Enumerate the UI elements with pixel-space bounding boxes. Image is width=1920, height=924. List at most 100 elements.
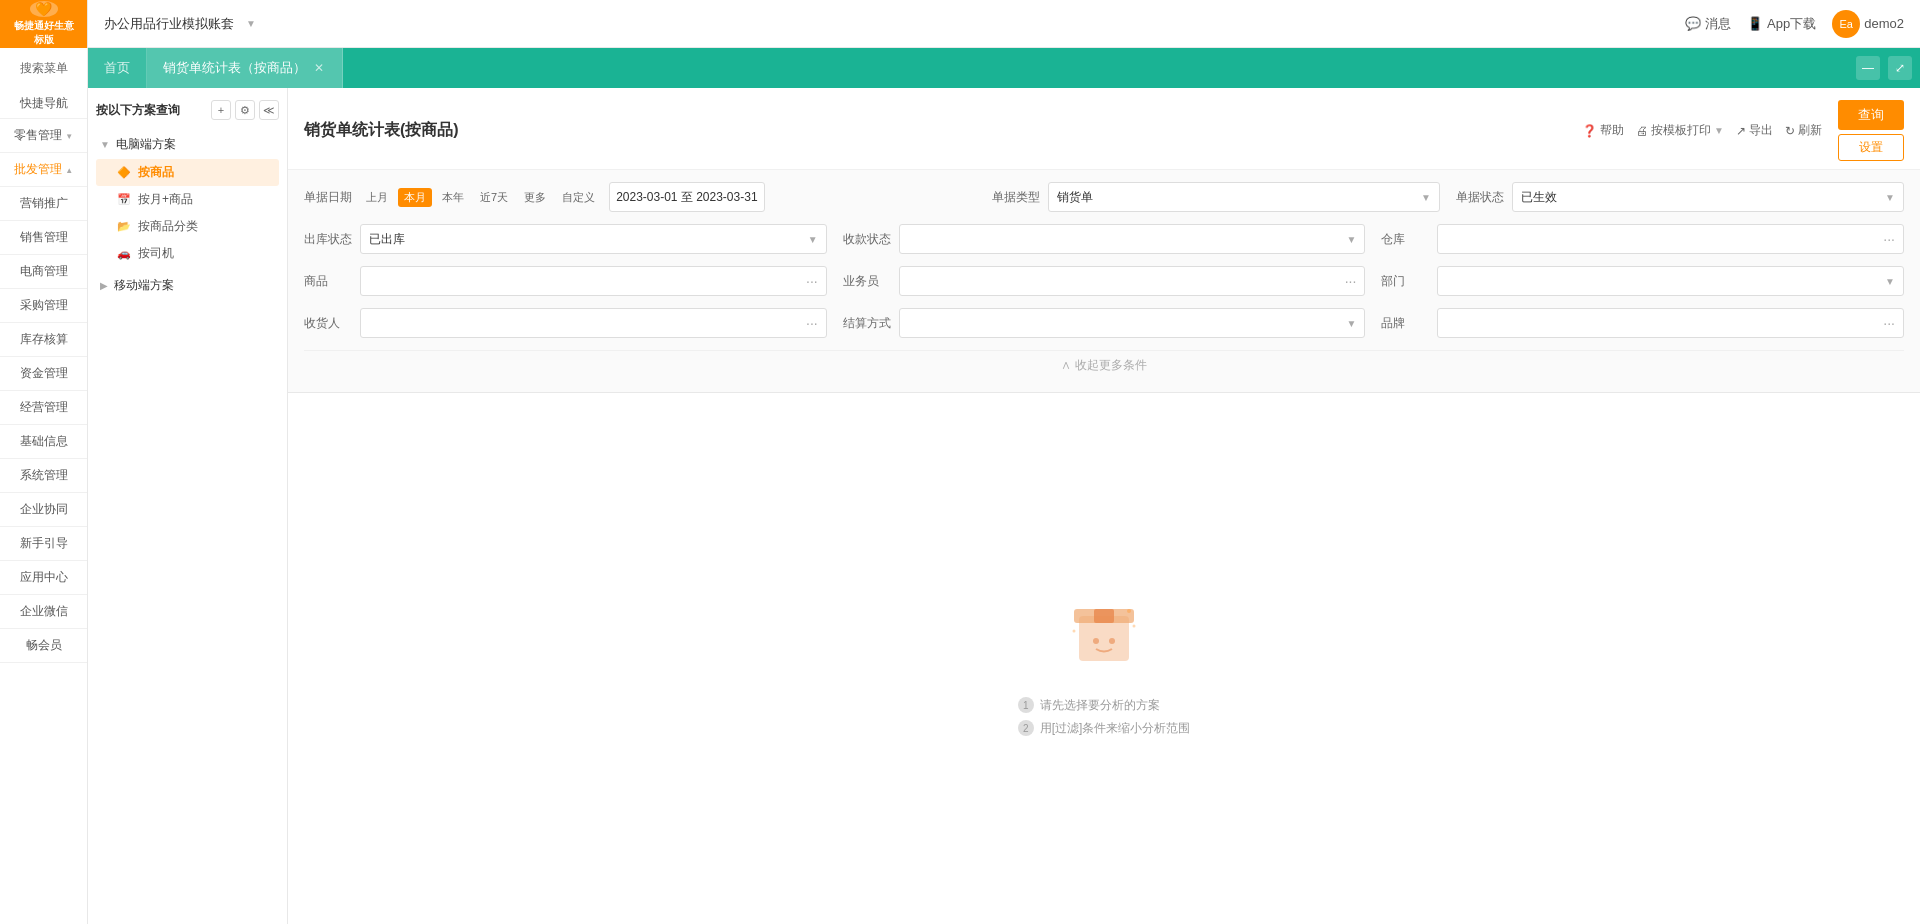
goods-icon: 🔶 <box>116 165 132 181</box>
filter-item-goods-label: 按商品 <box>138 164 174 181</box>
filter-item-by-month-goods[interactable]: 📅 按月+商品 <box>96 186 279 213</box>
filter-item-by-driver[interactable]: 🚗 按司机 <box>96 240 279 267</box>
docstatus-input[interactable]: 已生效 ▼ <box>1512 182 1904 212</box>
receiver-input[interactable]: ··· <box>360 308 827 338</box>
date-tab-more[interactable]: 更多 <box>518 188 552 207</box>
message-btn[interactable]: 💬 消息 <box>1685 15 1731 33</box>
svg-rect-2 <box>1094 609 1114 623</box>
app-logo: 🧡 畅捷通好生意 标版 <box>0 0 87 48</box>
date-range-control: 上月 本月 本年 近7天 更多 自定义 2023-03-01 至 2023-03… <box>360 182 976 212</box>
docstatus-label: 单据状态 <box>1456 189 1512 206</box>
mobile-arrow-icon: ▶ <box>100 280 108 291</box>
avatar: Ea <box>1832 10 1860 38</box>
date-tab-7days[interactable]: 近7天 <box>474 188 514 207</box>
sidebar-item-retail[interactable]: 零售管理 ▼ <box>0 119 87 153</box>
sidebar-item-apps[interactable]: 应用中心 <box>0 561 87 595</box>
stock-label: 仓库 <box>1381 231 1437 248</box>
filter-row-4: 收货人 ··· 结算方式 ▼ 品牌 <box>304 308 1904 338</box>
filter-field-docstatus: 单据状态 已生效 ▼ <box>1456 182 1904 212</box>
payment-input[interactable]: ▼ <box>899 308 1366 338</box>
stock-input[interactable]: ··· <box>1437 224 1904 254</box>
app-download-btn[interactable]: 📱 App下载 <box>1747 15 1816 33</box>
filter-field-collection: 收款状态 ▼ <box>843 224 1366 254</box>
sidebar-item-basic[interactable]: 基础信息 <box>0 425 87 459</box>
filter-section-pc-header[interactable]: ▼ 电脑端方案 <box>96 130 279 159</box>
tab-report[interactable]: 销货单统计表（按商品） ✕ <box>147 48 343 88</box>
export-btn[interactable]: ↗ 导出 <box>1736 122 1773 139</box>
filter-section-pc: ▼ 电脑端方案 🔶 按商品 📅 按月+商品 📂 按商品分类 🚗 按司 <box>96 130 279 267</box>
tip-text-1: 请先选择要分析的方案 <box>1040 697 1160 714</box>
section-arrow-icon: ▼ <box>100 139 110 150</box>
sidebar-item-marketing[interactable]: 营销推广 <box>0 187 87 221</box>
date-input[interactable]: 2023-03-01 至 2023-03-31 <box>609 182 764 212</box>
print-icon: 🖨 <box>1636 124 1648 138</box>
filter-item-by-category[interactable]: 📂 按商品分类 <box>96 213 279 240</box>
sidebar-item-ecommerce[interactable]: 电商管理 <box>0 255 87 289</box>
section-mobile-label: 移动端方案 <box>114 277 174 294</box>
collection-input[interactable]: ▼ <box>899 224 1366 254</box>
right-content: 销货单统计表(按商品) ❓ 帮助 🖨 按模板打印 ▼ ↗ <box>288 88 1920 924</box>
print-btn[interactable]: 🖨 按模板打印 ▼ <box>1636 122 1724 139</box>
brand-input[interactable]: ··· <box>1437 308 1904 338</box>
sidebar-item-system[interactable]: 系统管理 <box>0 459 87 493</box>
sidebar-item-operation[interactable]: 经营管理 <box>0 391 87 425</box>
svg-point-7 <box>1073 629 1076 632</box>
sidebar-item-wechat[interactable]: 企业微信 <box>0 595 87 629</box>
page-header-right: ❓ 帮助 🖨 按模板打印 ▼ ↗ 导出 ↻ <box>1582 100 1904 161</box>
settings-button[interactable]: 设置 <box>1838 134 1904 161</box>
empty-tip-2: 2 用[过滤]条件来缩小分析范围 <box>1018 720 1191 737</box>
message-icon: 💬 <box>1685 16 1701 31</box>
payment-label: 结算方式 <box>843 315 899 332</box>
filter-field-receiver: 收货人 ··· <box>304 308 827 338</box>
filter-panel-title: 按以下方案查询 <box>96 102 180 119</box>
brand-label: 品牌 <box>1381 315 1437 332</box>
filter-collapse-btn[interactable]: ≪ <box>259 100 279 120</box>
empty-state: 1 请先选择要分析的方案 2 用[过滤]条件来缩小分析范围 <box>288 393 1920 924</box>
filter-item-by-goods[interactable]: 🔶 按商品 <box>96 159 279 186</box>
tab-minimize-btn[interactable]: — <box>1856 56 1880 80</box>
topbar-dropdown-icon[interactable]: ▼ <box>246 18 256 29</box>
goods-input[interactable]: ··· <box>360 266 827 296</box>
sidebar-item-sales[interactable]: 销售管理 <box>0 221 87 255</box>
date-tab-last-month[interactable]: 上月 <box>360 188 394 207</box>
search-menu-label[interactable]: 搜索菜单 <box>6 56 81 81</box>
filter-section-mobile-header[interactable]: ▶ 移动端方案 <box>96 271 279 300</box>
tabbar-actions: — ⤢ <box>1856 56 1920 80</box>
tab-close-icon[interactable]: ✕ <box>312 59 326 77</box>
warehouse-status-input[interactable]: 已出库 ▼ <box>360 224 827 254</box>
sidebar-item-newbie[interactable]: 新手引导 <box>0 527 87 561</box>
salesman-input[interactable]: ··· <box>899 266 1366 296</box>
sidebar-item-inventory[interactable]: 库存核算 <box>0 323 87 357</box>
user-avatar-area[interactable]: Ea demo2 <box>1832 10 1904 38</box>
filter-settings-btn[interactable]: ⚙ <box>235 100 255 120</box>
refresh-label: 刷新 <box>1798 122 1822 139</box>
tab-maximize-btn[interactable]: ⤢ <box>1888 56 1912 80</box>
filter-add-btn[interactable]: + <box>211 100 231 120</box>
sidebar-quick-nav[interactable]: 快捷导航 <box>0 89 87 119</box>
refresh-btn[interactable]: ↻ 刷新 <box>1785 122 1822 139</box>
sidebar-item-enterprise[interactable]: 企业协同 <box>0 493 87 527</box>
topbar-title: 办公用品行业模拟账套 <box>104 15 234 33</box>
doctype-input[interactable]: 销货单 ▼ <box>1048 182 1440 212</box>
help-btn[interactable]: ❓ 帮助 <box>1582 122 1624 139</box>
sidebar-item-wholesale[interactable]: 批发管理 ▲ <box>0 153 87 187</box>
sidebar-item-finance[interactable]: 资金管理 <box>0 357 87 391</box>
collection-label: 收款状态 <box>843 231 899 248</box>
sidebar-item-member[interactable]: 畅会员 <box>0 629 87 663</box>
svg-point-5 <box>1127 609 1131 613</box>
action-buttons: 查询 设置 <box>1838 100 1904 161</box>
dept-input[interactable]: ▼ <box>1437 266 1904 296</box>
date-tab-this-month[interactable]: 本月 <box>398 188 432 207</box>
tab-home[interactable]: 首页 <box>88 48 147 88</box>
filter-field-salesman: 业务员 ··· <box>843 266 1366 296</box>
date-label: 单据日期 <box>304 189 360 206</box>
sidebar-item-purchase[interactable]: 采购管理 <box>0 289 87 323</box>
collapse-bar[interactable]: ∧ 收起更多条件 <box>304 350 1904 380</box>
date-tab-custom[interactable]: 自定义 <box>556 188 601 207</box>
query-button[interactable]: 查询 <box>1838 100 1904 130</box>
filter-field-warehouse-status: 出库状态 已出库 ▼ <box>304 224 827 254</box>
date-tab-this-year[interactable]: 本年 <box>436 188 470 207</box>
tip-num-2: 2 <box>1018 720 1034 736</box>
sidebar-search-section: 搜索菜单 <box>0 48 87 89</box>
doctype-chevron-icon: ▼ <box>1421 192 1431 203</box>
